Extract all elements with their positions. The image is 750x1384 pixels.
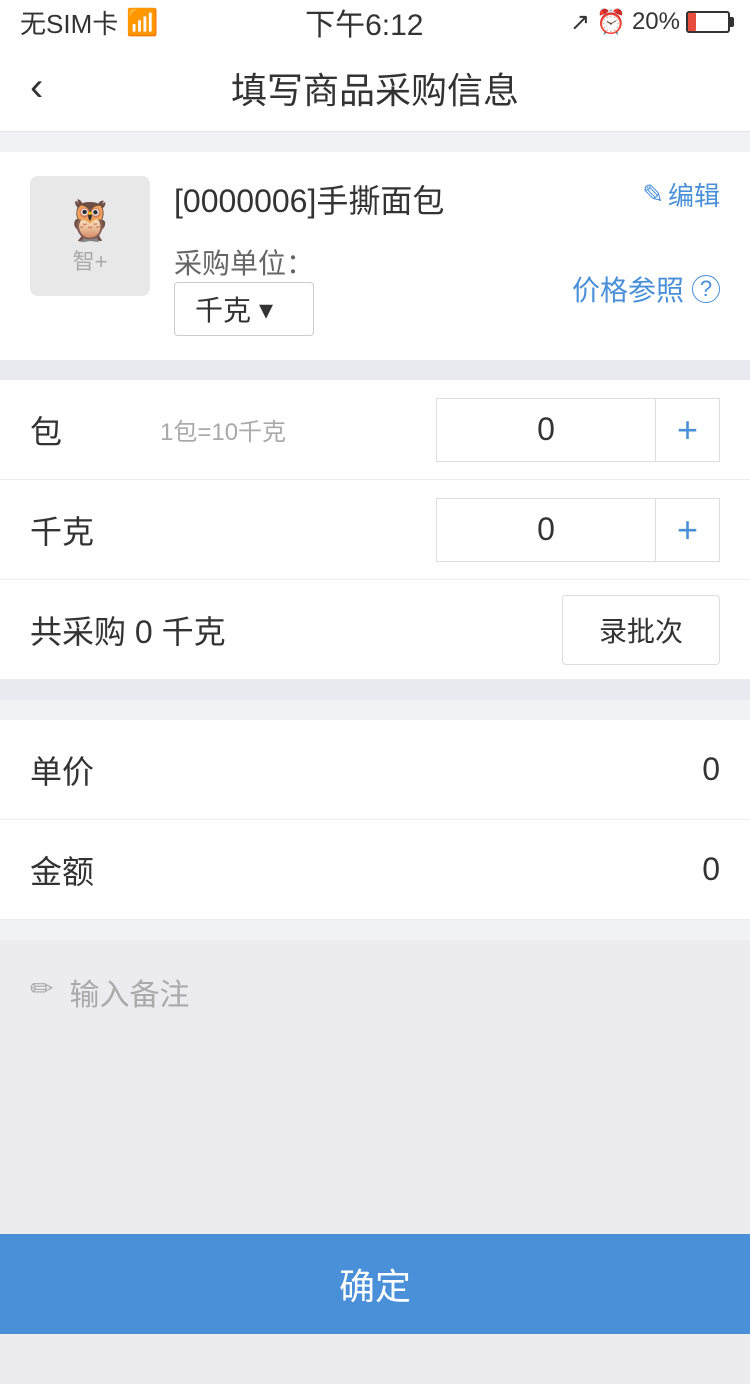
product-name: [0000006]手撕面包 <box>174 176 444 222</box>
kg-label: 千克 <box>30 507 150 553</box>
battery-percent: 20% <box>632 8 680 36</box>
bao-plus-button[interactable]: + <box>656 398 720 462</box>
kg-input-group: + <box>436 498 720 562</box>
kg-row: 千克 + <box>0 480 750 580</box>
product-image: 🦉 智+ <box>30 176 150 296</box>
kg-plus-button[interactable]: + <box>656 498 720 562</box>
back-button[interactable]: ‹ <box>30 65 43 110</box>
amount-row: 金额 0 <box>0 820 750 920</box>
edit-icon: ✎ <box>642 179 664 210</box>
chevron-down-icon: ▾ <box>259 293 273 326</box>
price-section: 单价 0 金额 0 <box>0 720 750 920</box>
divider-1 <box>0 360 750 380</box>
amount-label: 金额 <box>30 847 94 893</box>
carrier-label: 无SIM卡 <box>20 4 118 41</box>
location-icon: ↗ <box>570 8 590 37</box>
pencil-icon: ✏ <box>30 972 53 1005</box>
time-label: 下午6:12 <box>305 0 423 44</box>
record-batch-button[interactable]: 录批次 <box>562 595 720 665</box>
input-section: 包 1包=10千克 + 千克 + 共采购 0 千克 录批次 <box>0 380 750 680</box>
unit-price-value: 0 <box>702 751 720 788</box>
note-placeholder: 输入备注 <box>69 970 189 1014</box>
status-bar: 无SIM卡 📶 下午6:12 ↗ ⏰ 20% <box>0 0 750 44</box>
page-title: 填写商品采购信息 <box>231 62 519 114</box>
unit-price-label: 单价 <box>30 747 94 793</box>
product-thumbnail: 🦉 <box>65 197 115 244</box>
unit-label: 采购单位： 千克 ▾ <box>174 242 314 336</box>
amount-value: 0 <box>702 851 720 888</box>
confirm-button[interactable]: 确定 <box>0 1234 750 1334</box>
divider-2 <box>0 680 750 700</box>
alarm-icon: ⏰ <box>596 8 626 37</box>
bao-label: 包 <box>30 407 150 453</box>
bao-input[interactable] <box>436 398 656 462</box>
total-label: 共采购 0 千克 <box>30 607 226 653</box>
bao-row: 包 1包=10千克 + <box>0 380 750 480</box>
total-row: 共采购 0 千克 录批次 <box>0 580 750 680</box>
bao-sublabel: 1包=10千克 <box>160 412 286 447</box>
product-info: [0000006]手撕面包 ✎ 编辑 采购单位： 千克 ▾ 价格参照 ? <box>174 176 720 336</box>
kg-input[interactable] <box>436 498 656 562</box>
product-image-label: 智+ <box>73 244 108 276</box>
note-section[interactable]: ✏ 输入备注 <box>0 940 750 1044</box>
help-icon: ? <box>692 275 720 303</box>
wifi-icon: 📶 <box>126 7 158 38</box>
unit-select[interactable]: 千克 ▾ <box>174 282 314 336</box>
product-card: 🦉 智+ [0000006]手撕面包 ✎ 编辑 采购单位： 千克 ▾ 价格参照 <box>0 152 750 360</box>
edit-button[interactable]: ✎ 编辑 <box>642 176 720 213</box>
nav-bar: ‹ 填写商品采购信息 <box>0 44 750 132</box>
status-left: 无SIM卡 📶 <box>20 4 159 41</box>
unit-price-row: 单价 0 <box>0 720 750 820</box>
status-right: ↗ ⏰ 20% <box>570 8 730 37</box>
price-ref-button[interactable]: 价格参照 ? <box>572 269 720 309</box>
bao-input-group: + <box>436 398 720 462</box>
battery-icon <box>686 11 730 33</box>
